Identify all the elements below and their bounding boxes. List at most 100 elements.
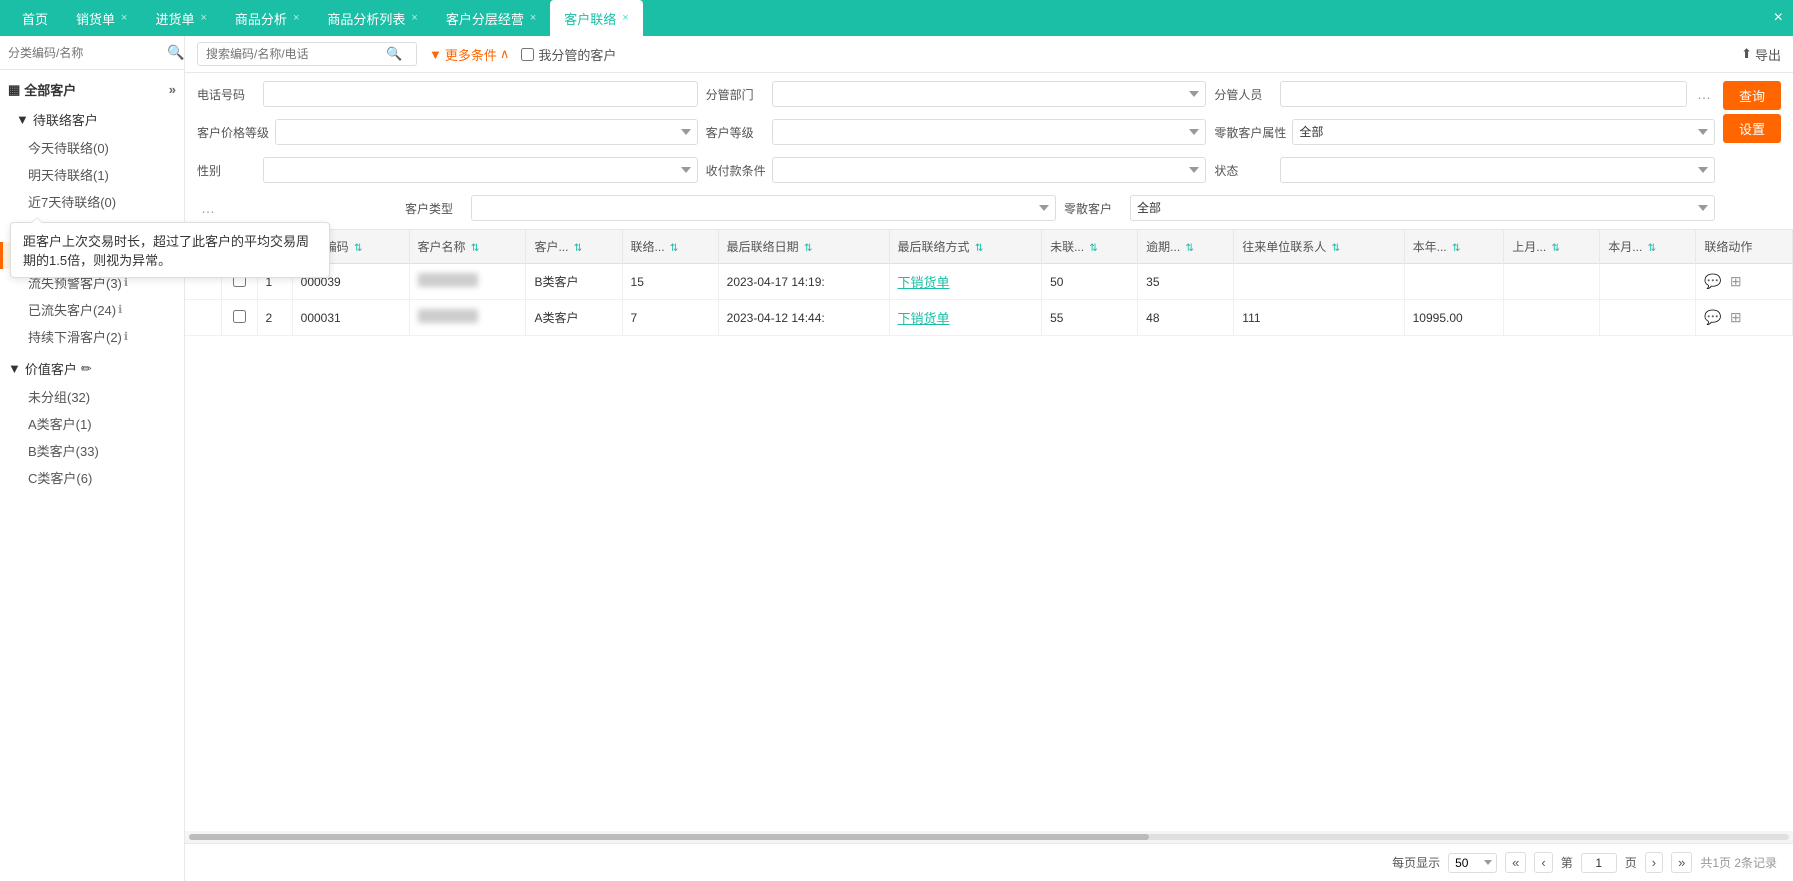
tab-analysis-list[interactable]: 商品分析列表 × [313,0,431,36]
action-more-icon[interactable]: ⊞ [1730,273,1742,290]
my-customers-checkbox[interactable] [521,48,534,61]
price-level-label: 客户价格等级 [197,124,269,141]
first-page-button[interactable]: « [1505,852,1526,873]
sidebar-item-lost[interactable]: 已流失客户(24) ℹ [0,296,184,323]
tab-customer-mgmt-close[interactable]: × [530,12,536,24]
close-all-button[interactable]: × [1774,9,1783,27]
customer-level-select[interactable] [772,119,1207,145]
search-icon[interactable]: 🔍 [386,46,402,62]
sidebar-item-class-a[interactable]: A类客户(1) [0,410,184,437]
action-chat-icon[interactable]: 💬 [1704,309,1721,326]
price-level-select[interactable] [275,119,698,145]
row-contact: 7 [622,300,718,336]
col-this-year[interactable]: 本年... ⇅ [1404,230,1504,264]
row-settings-cell [185,300,221,336]
last-method-link[interactable]: 下销货单 [898,275,950,290]
more-conditions-button[interactable]: ▼ 更多条件 ∧ [429,45,509,64]
action-more-icon[interactable]: ⊞ [1730,309,1742,326]
manager-more-button[interactable]: … [1693,86,1715,102]
export-button[interactable]: ⬆ 导出 [1741,45,1781,64]
col-contact[interactable]: 联络... ⇅ [622,230,718,264]
sidebar-item-tomorrow[interactable]: 明天待联络(1) [0,161,184,188]
top-nav: 首页 销货单 × 进货单 × 商品分析 × 商品分析列表 × 客户分层经营 × … [0,0,1793,36]
col-last-date[interactable]: 最后联络日期 ⇅ [718,230,889,264]
phone-input[interactable] [263,81,698,107]
last-page-button[interactable]: » [1671,852,1692,873]
retail-customer-select[interactable]: 全部 [1130,195,1715,221]
retail-attr-select[interactable]: 全部 [1292,119,1715,145]
declining-info-icon[interactable]: ℹ [124,330,128,343]
value-group-header[interactable]: ▼ 价值客户 ✏ [0,354,184,383]
row-last-method[interactable]: 下销货单 [889,264,1042,300]
payment-select[interactable] [772,157,1207,183]
tab-customer-contact[interactable]: 客户联络 × [550,0,642,36]
row-checkbox-cell[interactable] [221,300,257,336]
col-not-contacted[interactable]: 未联... ⇅ [1042,230,1138,264]
row-name [409,300,526,336]
department-select[interactable] [772,81,1207,107]
tab-sales[interactable]: 销货单 × [62,0,141,36]
row-category: B类客户 [526,264,622,300]
gender-select[interactable] [263,157,698,183]
sidebar-item-unclassified[interactable]: 未分组(32) [0,383,184,410]
sidebar-search-input[interactable] [8,46,163,60]
lost-info-icon[interactable]: ℹ [118,303,122,316]
sidebar-search-icon[interactable]: 🔍 [167,44,184,61]
col-last-method[interactable]: 最后联络方式 ⇅ [889,230,1042,264]
row-unit-contact: 111 [1234,300,1404,336]
total-label: 共1页 2条记录 [1700,854,1777,871]
query-button[interactable]: 查询 [1723,81,1781,110]
manager-input[interactable] [1280,81,1687,107]
tooltip-box: 距客户上次交易时长，超过了此客户的平均交易周期的1.5倍，则视为异常。 [10,222,330,278]
row-last-month [1504,300,1600,336]
row-category: A类客户 [526,300,622,336]
pending-group-header[interactable]: ▼ 待联络客户 [0,105,184,134]
tab-purchase-close[interactable]: × [200,12,206,24]
col-this-month[interactable]: 本月... ⇅ [1600,230,1696,264]
last-method-link[interactable]: 下销货单 [898,311,950,326]
per-page-label: 每页显示 [1392,854,1440,871]
tab-analysis-list-close[interactable]: × [411,12,417,24]
page-number-input[interactable] [1581,853,1617,873]
prev-page-button[interactable]: ‹ [1534,852,1552,873]
customer-type-select[interactable] [471,195,1056,221]
tab-purchase[interactable]: 进货单 × [141,0,220,36]
col-overdue[interactable]: 逾期... ⇅ [1138,230,1234,264]
sidebar-item-today[interactable]: 今天待联络(0) [0,134,184,161]
row-last-method[interactable]: 下销货单 [889,300,1042,336]
table-container: ⚙ # 客户编码 ⇅ 客户名称 ⇅ 客户... ⇅ 联络... ⇅ 最后联络日期… [185,230,1793,831]
tab-customer-contact-close[interactable]: × [622,12,628,24]
col-name[interactable]: 客户名称 ⇅ [409,230,526,264]
sidebar-item-7days[interactable]: 近7天待联络(0) [0,188,184,215]
tab-analysis[interactable]: 商品分析 × [221,0,313,36]
collapse-button[interactable]: » [169,82,176,97]
action-chat-icon[interactable]: 💬 [1704,273,1721,290]
tab-customer-mgmt[interactable]: 客户分层经营 × [432,0,550,36]
horizontal-scrollbar[interactable] [185,831,1793,843]
search-input[interactable] [206,47,386,61]
all-customers-label: 全部客户 [24,80,76,99]
page-suffix-label: 页 [1625,854,1637,871]
customer-type-label: 客户类型 [405,200,465,217]
col-last-month[interactable]: 上月... ⇅ [1504,230,1600,264]
tab-analysis-close[interactable]: × [293,12,299,24]
status-select[interactable] [1280,157,1715,183]
value-edit-icon[interactable]: ✏ [81,361,92,377]
col-category[interactable]: 客户... ⇅ [526,230,622,264]
settings-button[interactable]: 设置 [1723,114,1781,143]
scrollbar-thumb[interactable] [189,834,1149,840]
tab-sales-close[interactable]: × [121,12,127,24]
sidebar-item-declining[interactable]: 持续下滑客户(2) ℹ [0,323,184,350]
class-b-label: B类客户(33) [28,441,99,460]
col-unit-contact[interactable]: 往来单位联系人 ⇅ [1234,230,1404,264]
page-size-select[interactable]: 50 20 100 [1448,853,1497,873]
more-dots-button[interactable]: … [197,200,219,216]
sidebar-item-class-b[interactable]: B类客户(33) [0,437,184,464]
filter-row-3: 性别 收付款条件 状态 [197,157,1715,183]
sidebar-item-class-c[interactable]: C类客户(6) [0,464,184,491]
next-page-button[interactable]: › [1645,852,1663,873]
tab-home[interactable]: 首页 [8,0,62,36]
today-contact-label: 今天待联络(0) [28,138,109,157]
row-checkbox[interactable] [233,310,246,323]
manager-label: 分管人员 [1214,86,1274,103]
